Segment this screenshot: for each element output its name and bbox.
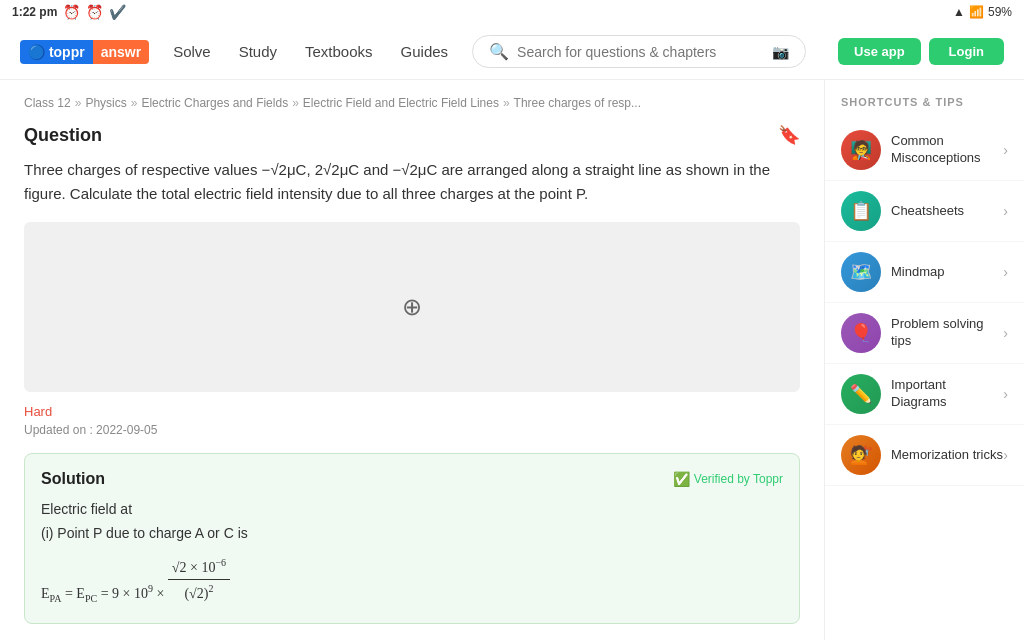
solution-card: Solution ✅ Verified by Toppr Electric fi… bbox=[24, 453, 800, 624]
solution-header: Solution ✅ Verified by Toppr bbox=[41, 470, 783, 488]
shortcut-left: 🗺️ Mindmap bbox=[841, 252, 944, 292]
question-text: Three charges of respective values −√2μC… bbox=[24, 158, 800, 206]
signal-icon: ▲ bbox=[953, 5, 965, 19]
cheatsheets-label: Cheatsheets bbox=[891, 203, 964, 220]
difficulty-badge: Hard bbox=[24, 404, 800, 419]
nav-links: Solve Study Textbooks Guides bbox=[173, 43, 448, 60]
updated-date: Updated on : 2022-09-05 bbox=[24, 423, 800, 437]
camera-icon[interactable]: 📷 bbox=[772, 44, 789, 60]
nav-solve[interactable]: Solve bbox=[173, 43, 211, 60]
logo[interactable]: 🔵 toppr answr bbox=[20, 40, 149, 64]
expand-icon[interactable]: ⊕ bbox=[402, 293, 422, 321]
header: 🔵 toppr answr Solve Study Textbooks Guid… bbox=[0, 24, 1024, 80]
breadcrumb-electric-field[interactable]: Electric Field and Electric Field Lines bbox=[303, 96, 499, 110]
sep-3: » bbox=[292, 96, 299, 110]
battery-display: 59% bbox=[988, 5, 1012, 19]
problem-solving-avatar: 🎈 bbox=[841, 313, 881, 353]
chevron-right-icon: › bbox=[1003, 386, 1008, 402]
problem-solving-label: Problem solving tips bbox=[891, 316, 1003, 350]
shortcut-important-diagrams[interactable]: ✏️ Important Diagrams › bbox=[825, 364, 1024, 425]
logo-toppr[interactable]: 🔵 toppr bbox=[20, 40, 93, 64]
nav-textbooks[interactable]: Textbooks bbox=[305, 43, 373, 60]
header-actions: Use app Login bbox=[838, 38, 1004, 65]
sep-1: » bbox=[75, 96, 82, 110]
status-bar: 1:22 pm ⏰ ⏰ ✔️ ▲ 📶 59% bbox=[0, 0, 1024, 24]
shortcut-common-misconceptions[interactable]: 🧑‍🏫 Common Misconceptions › bbox=[825, 120, 1024, 181]
memorization-avatar: 💇 bbox=[841, 435, 881, 475]
shortcut-left: 🧑‍🏫 Common Misconceptions bbox=[841, 130, 1003, 170]
verified-text: Verified by Toppr bbox=[694, 472, 783, 486]
use-app-button[interactable]: Use app bbox=[838, 38, 921, 65]
solution-math: EPA = EPC = 9 × 109 × √2 × 10−6 (√2)2 bbox=[41, 554, 783, 607]
check-icon: ✔️ bbox=[109, 4, 126, 20]
verified-icon: ✅ bbox=[673, 471, 690, 487]
solution-text: Electric field at (i) Point P due to cha… bbox=[41, 498, 783, 607]
toppr-icon: 🔵 bbox=[28, 44, 45, 60]
main-container: Class 12 » Physics » Electric Charges an… bbox=[0, 80, 1024, 640]
sep-4: » bbox=[503, 96, 510, 110]
shortcut-cheatsheets[interactable]: 📋 Cheatsheets › bbox=[825, 181, 1024, 242]
wifi-icon: 📶 bbox=[969, 5, 984, 19]
diagrams-label: Important Diagrams bbox=[891, 377, 1003, 411]
sep-2: » bbox=[131, 96, 138, 110]
breadcrumb-electric-charges[interactable]: Electric Charges and Fields bbox=[141, 96, 288, 110]
mindmap-avatar: 🗺️ bbox=[841, 252, 881, 292]
shortcut-left: ✏️ Important Diagrams bbox=[841, 374, 1003, 414]
breadcrumb: Class 12 » Physics » Electric Charges an… bbox=[24, 96, 800, 110]
chevron-right-icon: › bbox=[1003, 325, 1008, 341]
tiktok-icon: ⏰ bbox=[63, 4, 80, 20]
solution-title: Solution bbox=[41, 470, 105, 488]
sidebar-title: SHORTCUTS & TIPS bbox=[825, 96, 1024, 120]
shortcut-left: 🎈 Problem solving tips bbox=[841, 313, 1003, 353]
status-right: ▲ 📶 59% bbox=[953, 5, 1012, 19]
search-bar[interactable]: 🔍 📷 bbox=[472, 35, 806, 68]
tiktok-icon-2: ⏰ bbox=[86, 4, 103, 20]
nav-study[interactable]: Study bbox=[239, 43, 277, 60]
shortcut-left: 📋 Cheatsheets bbox=[841, 191, 964, 231]
breadcrumb-current: Three charges of resp... bbox=[514, 96, 641, 110]
nav-guides[interactable]: Guides bbox=[401, 43, 449, 60]
content-area: Class 12 » Physics » Electric Charges an… bbox=[0, 80, 824, 640]
status-time: 1:22 pm ⏰ ⏰ ✔️ bbox=[12, 4, 126, 20]
login-button[interactable]: Login bbox=[929, 38, 1004, 65]
bookmark-icon[interactable]: 🔖 bbox=[778, 124, 800, 146]
solution-line-1: Electric field at bbox=[41, 498, 783, 522]
memorization-label: Memorization tricks bbox=[891, 447, 1003, 464]
question-header: Question 🔖 bbox=[24, 124, 800, 146]
sidebar: SHORTCUTS & TIPS 🧑‍🏫 Common Misconceptio… bbox=[824, 80, 1024, 640]
chevron-right-icon: › bbox=[1003, 447, 1008, 463]
verified-badge: ✅ Verified by Toppr bbox=[673, 471, 783, 487]
search-icon: 🔍 bbox=[489, 42, 509, 61]
toppr-text: toppr bbox=[49, 44, 85, 60]
shortcut-mindmap[interactable]: 🗺️ Mindmap › bbox=[825, 242, 1024, 303]
chevron-right-icon: › bbox=[1003, 142, 1008, 158]
diagrams-avatar: ✏️ bbox=[841, 374, 881, 414]
chevron-right-icon: › bbox=[1003, 264, 1008, 280]
breadcrumb-class12[interactable]: Class 12 bbox=[24, 96, 71, 110]
search-input[interactable] bbox=[517, 44, 764, 60]
shortcut-memorization-tricks[interactable]: 💇 Memorization tricks › bbox=[825, 425, 1024, 486]
question-image: ⊕ bbox=[24, 222, 800, 392]
shortcut-problem-solving[interactable]: 🎈 Problem solving tips › bbox=[825, 303, 1024, 364]
shortcut-left: 💇 Memorization tricks bbox=[841, 435, 1003, 475]
misconceptions-label: Common Misconceptions bbox=[891, 133, 1003, 167]
cheatsheets-avatar: 📋 bbox=[841, 191, 881, 231]
answr-text: answr bbox=[93, 40, 149, 64]
time-display: 1:22 pm bbox=[12, 5, 57, 19]
breadcrumb-physics[interactable]: Physics bbox=[85, 96, 126, 110]
misconceptions-avatar: 🧑‍🏫 bbox=[841, 130, 881, 170]
solution-line-2: (i) Point P due to charge A or C is bbox=[41, 522, 783, 546]
mindmap-label: Mindmap bbox=[891, 264, 944, 281]
question-card: Question 🔖 Three charges of respective v… bbox=[24, 124, 800, 437]
chevron-right-icon: › bbox=[1003, 203, 1008, 219]
question-title: Question bbox=[24, 125, 102, 146]
